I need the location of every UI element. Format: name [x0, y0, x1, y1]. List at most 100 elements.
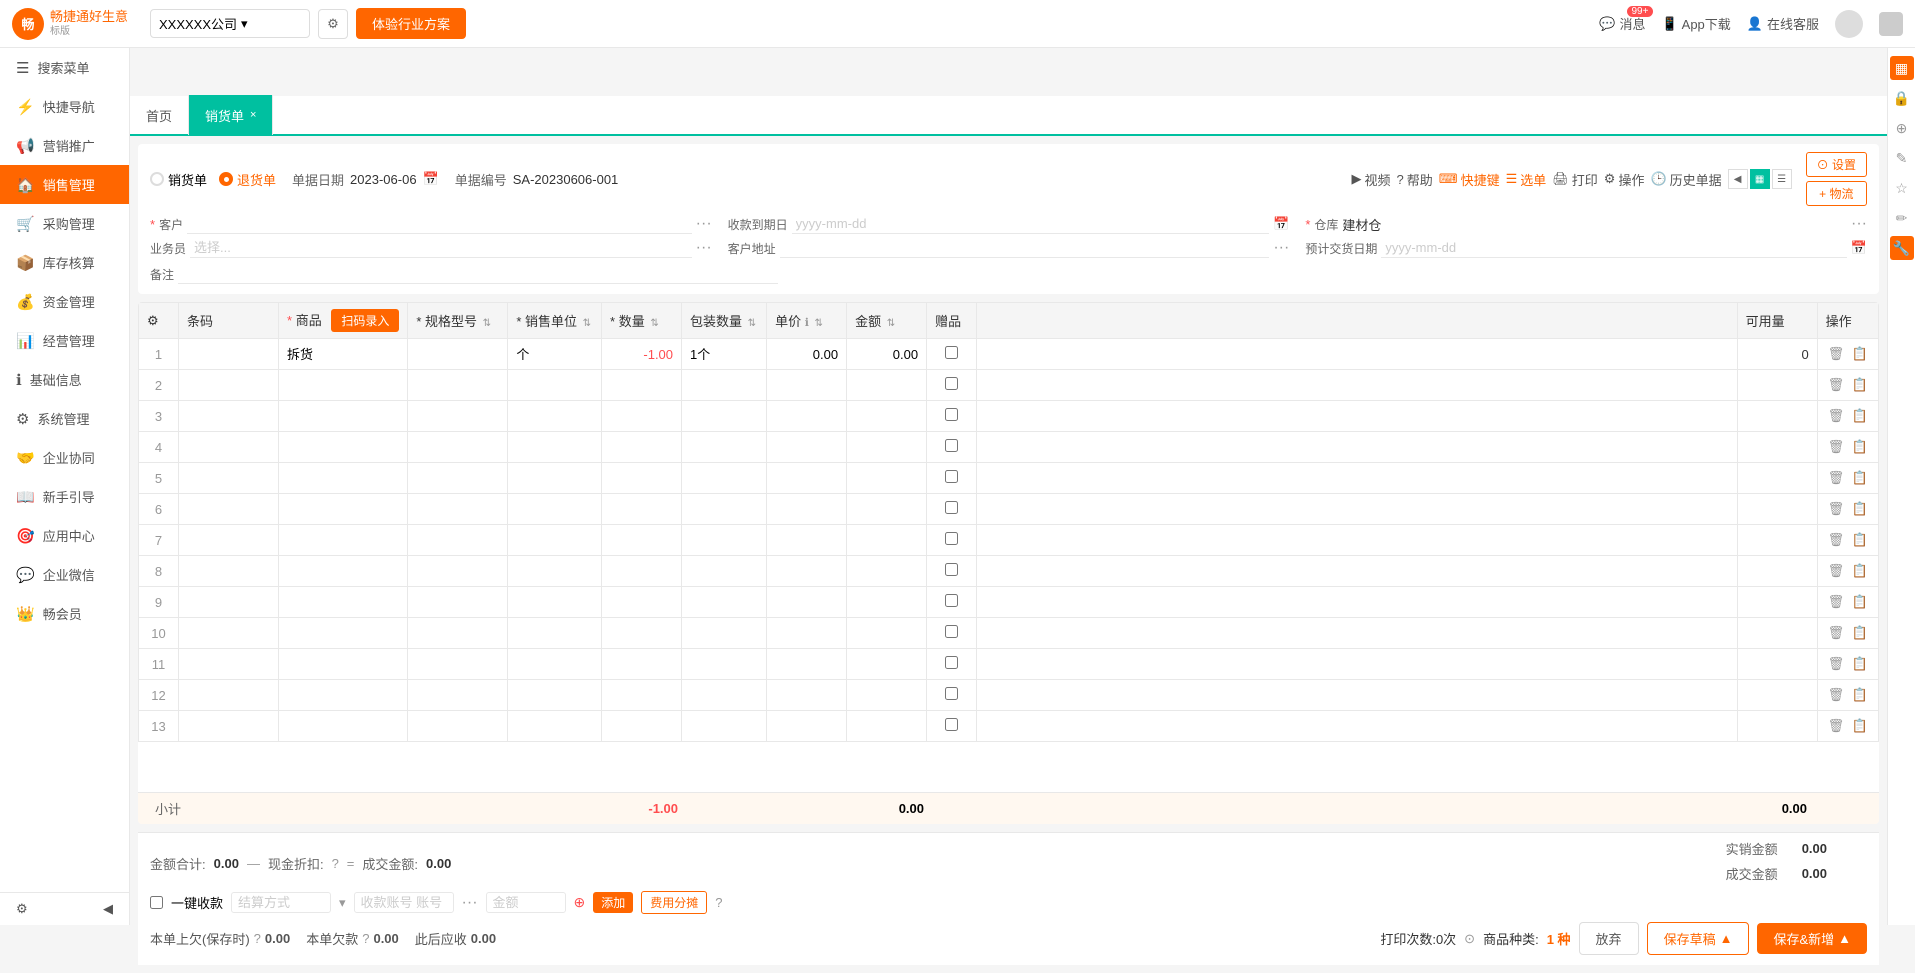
sidebar-item-guide[interactable]: 📖 新手引导: [0, 477, 129, 516]
history-btn[interactable]: 🕒 历史单据: [1650, 170, 1721, 189]
copy-row-button[interactable]: 📋: [1850, 654, 1870, 674]
row-pack[interactable]: [682, 463, 767, 494]
shortcut-btn[interactable]: ⌨ 快捷键: [1439, 170, 1500, 189]
sidebar-item-operation[interactable]: 📊 经营管理: [0, 321, 129, 360]
row-amount[interactable]: [847, 401, 927, 432]
row-product[interactable]: [279, 711, 408, 742]
row-spec[interactable]: [408, 649, 508, 680]
row-barcode[interactable]: [179, 587, 279, 618]
trial-button[interactable]: 体验行业方案: [356, 8, 466, 39]
row-price[interactable]: [767, 463, 847, 494]
row-amount[interactable]: [847, 463, 927, 494]
settlement-method-input[interactable]: [231, 892, 331, 913]
sidebar-item-enterprise[interactable]: 🤝 企业协同: [0, 438, 129, 477]
row-pack[interactable]: [682, 680, 767, 711]
row-unit[interactable]: [508, 618, 602, 649]
sidebar-item-purchase[interactable]: 🛒 采购管理: [0, 204, 129, 243]
row-amount[interactable]: [847, 649, 927, 680]
sidebar-item-basic[interactable]: ℹ 基础信息: [0, 360, 129, 399]
customer-input[interactable]: [187, 214, 692, 234]
row-product[interactable]: [279, 556, 408, 587]
warehouse-dots[interactable]: ···: [1851, 215, 1867, 233]
row-spec[interactable]: [408, 587, 508, 618]
row-product[interactable]: [279, 525, 408, 556]
price-info-icon[interactable]: ℹ: [805, 317, 809, 329]
row-barcode[interactable]: [179, 525, 279, 556]
settings-gear-button[interactable]: ⚙: [318, 9, 348, 39]
bank-account-input[interactable]: [354, 892, 454, 913]
row-unit[interactable]: [508, 680, 602, 711]
row-spec[interactable]: [408, 711, 508, 742]
scan-button[interactable]: 扫码录入: [331, 309, 399, 332]
salesperson-input[interactable]: [190, 238, 692, 258]
row-pack[interactable]: [682, 370, 767, 401]
row-desc[interactable]: [977, 370, 1738, 401]
row-unit[interactable]: [508, 463, 602, 494]
row-product[interactable]: [279, 463, 408, 494]
row-product[interactable]: [279, 370, 408, 401]
row-gift[interactable]: [927, 711, 977, 742]
copy-row-button[interactable]: 📋: [1850, 685, 1870, 705]
row-qty[interactable]: [602, 711, 682, 742]
row-price[interactable]: [767, 494, 847, 525]
customer-address-input[interactable]: [780, 238, 1270, 258]
row-barcode[interactable]: [179, 370, 279, 401]
unit-sort-icon[interactable]: ⇅: [583, 318, 591, 329]
sidebar-item-marketing[interactable]: 📢 营销推广: [0, 126, 129, 165]
view-btn-list[interactable]: ☰: [1772, 169, 1792, 189]
row-amount[interactable]: [847, 494, 927, 525]
row-amount[interactable]: [847, 680, 927, 711]
row-price[interactable]: [767, 556, 847, 587]
delete-row-button[interactable]: 🗑: [1826, 344, 1847, 364]
settlement-dropdown-icon[interactable]: ▾: [339, 895, 346, 911]
row-desc[interactable]: [977, 339, 1738, 370]
tab-home[interactable]: 首页: [130, 95, 189, 135]
row-amount[interactable]: [847, 525, 927, 556]
delete-row-button[interactable]: 🗑: [1826, 437, 1847, 457]
copy-row-button[interactable]: 📋: [1850, 406, 1870, 426]
row-qty[interactable]: [602, 463, 682, 494]
row-qty[interactable]: [602, 401, 682, 432]
row-price[interactable]: [767, 649, 847, 680]
sidebar-item-member[interactable]: 👑 畅会员: [0, 594, 129, 633]
row-pack[interactable]: [682, 556, 767, 587]
row-price[interactable]: [767, 339, 847, 370]
row-amount[interactable]: [847, 339, 927, 370]
row-desc[interactable]: [977, 587, 1738, 618]
row-qty[interactable]: [602, 587, 682, 618]
row-barcode[interactable]: [179, 463, 279, 494]
copy-row-button[interactable]: 📋: [1850, 468, 1870, 488]
row-gift[interactable]: [927, 463, 977, 494]
row-price[interactable]: [767, 618, 847, 649]
avatar-extra[interactable]: [1879, 12, 1903, 36]
delete-row-button[interactable]: 🗑: [1826, 499, 1847, 519]
row-desc[interactable]: [977, 432, 1738, 463]
add-amount-icon[interactable]: ⊕: [574, 894, 586, 911]
row-desc[interactable]: [977, 618, 1738, 649]
salesperson-dots[interactable]: ···: [696, 239, 712, 257]
copy-row-button[interactable]: 📋: [1850, 623, 1870, 643]
row-barcode[interactable]: [179, 649, 279, 680]
row-desc[interactable]: [977, 525, 1738, 556]
amount-input[interactable]: [486, 892, 566, 913]
row-gift[interactable]: [927, 432, 977, 463]
row-pack[interactable]: [682, 494, 767, 525]
print-btn[interactable]: 🖨 打印: [1552, 170, 1598, 189]
right-panel-add-icon[interactable]: ⊕: [1890, 116, 1914, 140]
row-desc[interactable]: [977, 494, 1738, 525]
row-spec[interactable]: [408, 339, 508, 370]
remark-input[interactable]: [178, 264, 778, 284]
delete-row-button[interactable]: 🗑: [1826, 468, 1847, 488]
row-spec[interactable]: [408, 432, 508, 463]
row-price[interactable]: [767, 401, 847, 432]
row-qty[interactable]: [602, 339, 682, 370]
row-qty[interactable]: [602, 525, 682, 556]
fee-help-icon[interactable]: ?: [715, 895, 722, 910]
sidebar-item-finance[interactable]: 💰 资金管理: [0, 282, 129, 321]
row-price[interactable]: [767, 680, 847, 711]
setting-button[interactable]: ⊙ 设置: [1806, 152, 1867, 177]
radio-sale-order[interactable]: 销货单: [150, 170, 207, 189]
payment-date-calendar-icon[interactable]: 📅: [1273, 216, 1289, 232]
delete-row-button[interactable]: 🗑: [1826, 406, 1847, 426]
row-desc[interactable]: [977, 649, 1738, 680]
